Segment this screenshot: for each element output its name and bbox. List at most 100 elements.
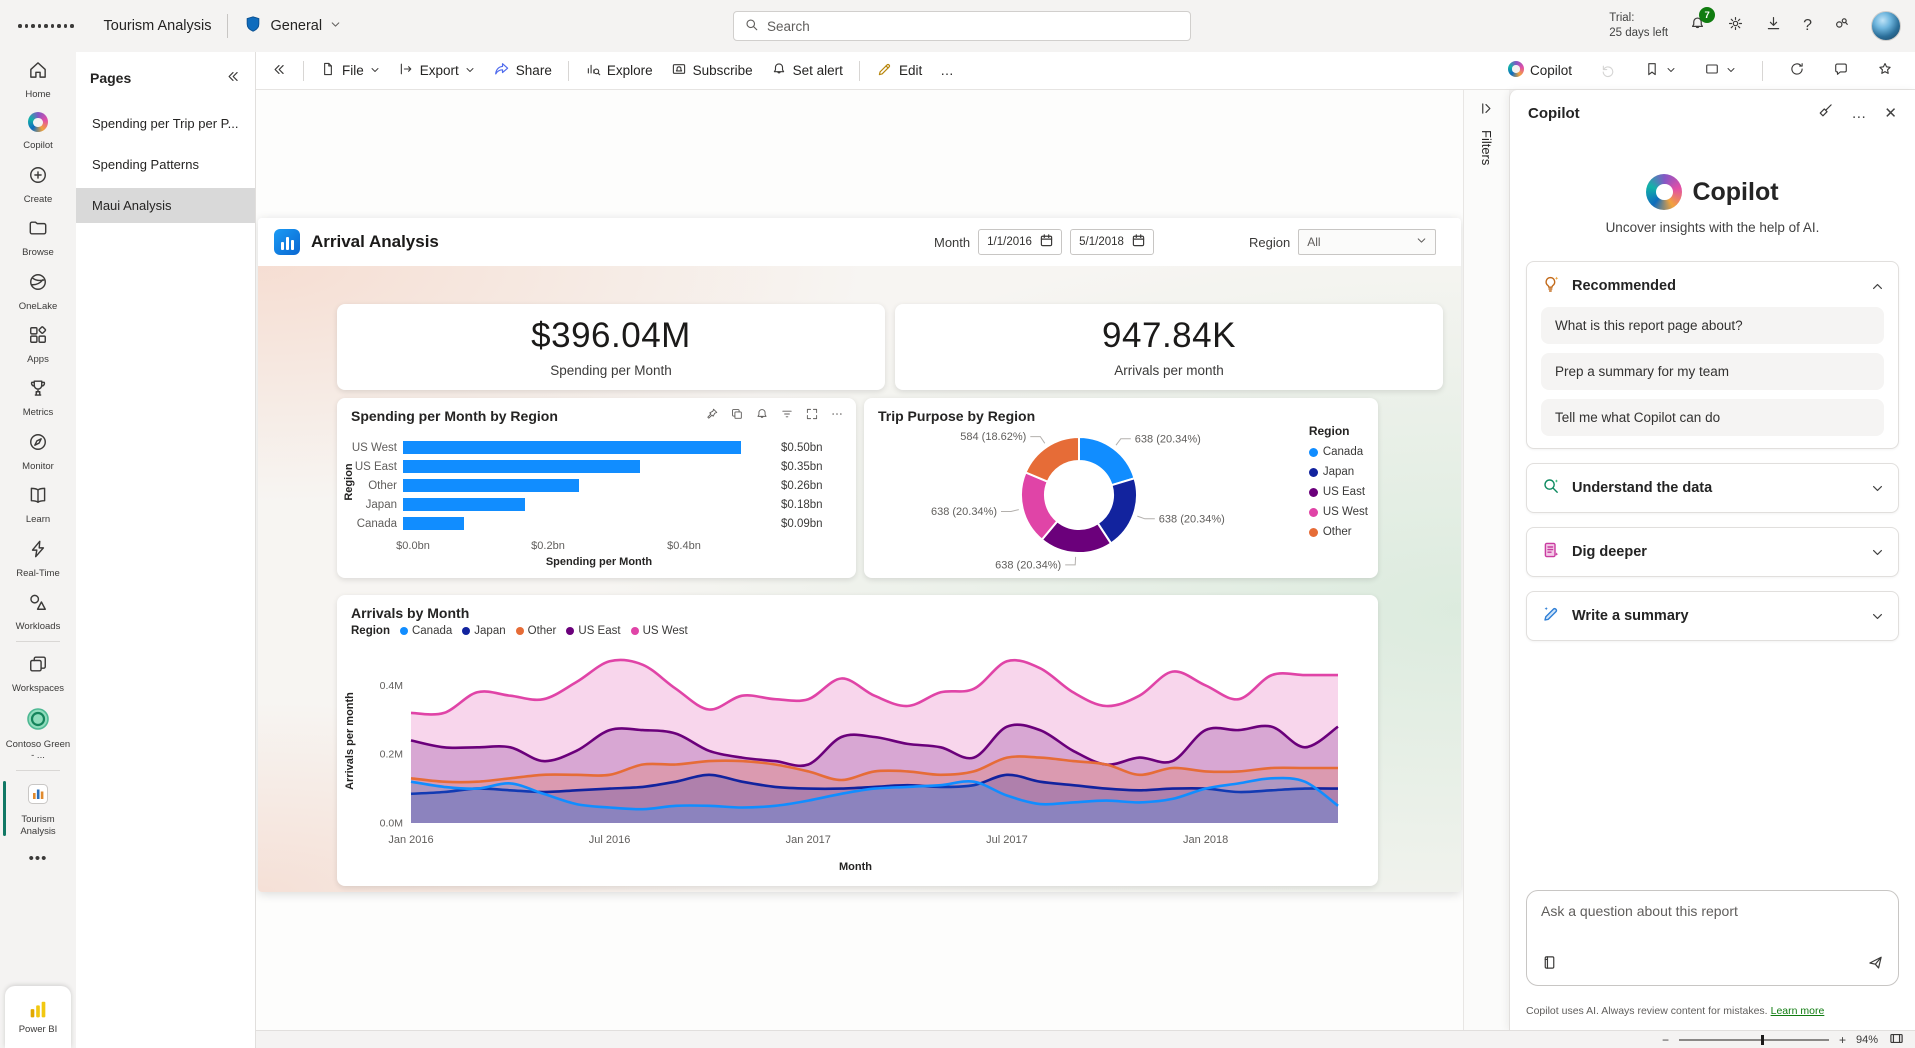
bookmark-button[interactable] (1636, 56, 1684, 85)
export-button[interactable]: Export (390, 56, 483, 85)
learn-more-link[interactable]: Learn more (1771, 1005, 1825, 1017)
page-item-1[interactable]: Spending Patterns (76, 147, 255, 182)
sidebar-item-workloads[interactable]: Workloads (0, 584, 76, 637)
fit-to-page-icon[interactable] (1888, 1030, 1905, 1048)
donut-chart-card[interactable]: Trip Purpose by Region 638 (20.34%) 638 … (864, 398, 1378, 578)
kpi-arrivals-card[interactable]: 947.84K Arrivals per month (895, 304, 1443, 390)
date-end-input[interactable]: 5/1/2018 (1070, 229, 1154, 255)
legend-item-us-east[interactable]: US East (566, 625, 620, 637)
sidebar-item-monitor[interactable]: Monitor (0, 424, 76, 477)
expand-pane-icon[interactable] (1478, 100, 1495, 122)
donut-slice-canada[interactable] (1079, 437, 1135, 485)
subscribe-button[interactable]: Subscribe (663, 56, 761, 85)
page-item-0[interactable]: Spending per Trip per P... (76, 106, 255, 141)
file-button[interactable]: File (312, 56, 388, 85)
sidebar-item-learn[interactable]: Learn (0, 477, 76, 530)
more-button[interactable]: … (932, 58, 962, 83)
collapse-pane-button[interactable] (262, 56, 295, 86)
share-button[interactable]: Share (485, 56, 560, 86)
bar-row[interactable]: Canada $0.09bn (351, 514, 842, 533)
chevron-up-icon[interactable] (1871, 280, 1884, 293)
focus-icon[interactable] (805, 407, 819, 421)
filters-tab[interactable]: Filters (1479, 130, 1494, 165)
feedback-icon[interactable] (1833, 15, 1850, 37)
legend-item-canada[interactable]: Canada (1309, 442, 1368, 462)
chevron-down-icon[interactable] (1871, 482, 1884, 495)
legend-item-japan[interactable]: Japan (1309, 462, 1368, 482)
legend-item-other[interactable]: Other (1309, 522, 1368, 542)
sidebar-item-onelake[interactable]: OneLake (0, 264, 76, 317)
copilot-suggestion-chip[interactable]: Tell me what Copilot can do (1541, 399, 1884, 436)
sidebar-item-copilot[interactable]: Copilot (0, 105, 76, 156)
kpi-spending-card[interactable]: $396.04M Spending per Month (337, 304, 885, 390)
view-button[interactable] (1696, 56, 1744, 85)
sidebar-item-contoso[interactable]: Contoso Green - ... (0, 700, 76, 767)
legend-item-canada[interactable]: Canada (400, 625, 452, 637)
bar-row[interactable]: US West $0.50bn (351, 438, 842, 457)
region-dropdown[interactable]: All (1298, 229, 1436, 255)
page-item-2[interactable]: Maui Analysis (76, 188, 255, 223)
legend-item-us-west[interactable]: US West (631, 625, 688, 637)
download-icon[interactable] (1765, 15, 1782, 37)
donut-slice-other[interactable] (1026, 437, 1079, 482)
explore-button[interactable]: Explore (577, 56, 661, 85)
legend-item-us-west[interactable]: US West (1309, 502, 1368, 522)
legend-item-japan[interactable]: Japan (462, 625, 505, 637)
sidebar-item-metrics[interactable]: Metrics (0, 370, 76, 423)
search-input[interactable]: Search (733, 11, 1191, 41)
area-chart-card[interactable]: Arrivals by Month Region CanadaJapanOthe… (337, 595, 1378, 886)
copilot-question-input[interactable]: Ask a question about this report (1526, 890, 1899, 986)
zoom-in-icon[interactable]: + (1839, 1033, 1846, 1047)
pin-icon[interactable] (705, 407, 719, 421)
waffle-icon[interactable] (18, 24, 74, 28)
notebook-icon[interactable] (1541, 954, 1558, 974)
more-icon[interactable] (830, 407, 844, 421)
workspace-switcher[interactable]: General (244, 15, 341, 37)
copy-icon[interactable] (730, 407, 744, 421)
sidebar-item-apps[interactable]: Apps (0, 317, 76, 370)
help-icon[interactable]: ? (1803, 17, 1812, 35)
legend-item-us-east[interactable]: US East (1309, 482, 1368, 502)
copilot-suggestion-chip[interactable]: Prep a summary for my team (1541, 353, 1884, 390)
refresh-button[interactable] (1781, 56, 1813, 85)
sidebar-item-browse[interactable]: Browse (0, 210, 76, 263)
edit-button[interactable]: Edit (868, 56, 930, 86)
alert-icon[interactable] (755, 407, 769, 421)
copilot-button[interactable]: Copilot (1500, 56, 1580, 85)
bar-row[interactable]: Other $0.26bn (351, 476, 842, 495)
bar-row[interactable]: Japan $0.18bn (351, 495, 842, 514)
app-title[interactable]: Tourism Analysis (104, 18, 212, 34)
sidebar-item-create[interactable]: Create (0, 157, 76, 210)
area-chart[interactable]: 0.0M0.2M0.4MJan 2016Jul 2016Jan 2017Jul … (363, 647, 1348, 883)
rail-more-button[interactable]: ••• (0, 842, 76, 875)
set-alert-button[interactable]: Set alert (763, 56, 851, 85)
date-start-input[interactable]: 1/1/2016 (978, 229, 1062, 255)
broom-icon[interactable] (1817, 102, 1834, 124)
sidebar-item-home[interactable]: Home (0, 52, 76, 105)
donut-chart[interactable]: 638 (20.34%) 638 (20.34%) 638 (20.34%) 6… (874, 420, 1264, 572)
send-icon[interactable] (1867, 954, 1884, 974)
reset-button[interactable] (1592, 58, 1624, 84)
zoom-out-icon[interactable]: − (1662, 1033, 1669, 1047)
collapse-pages-icon[interactable] (224, 68, 241, 88)
filter-icon[interactable] (780, 407, 794, 421)
comment-button[interactable] (1825, 56, 1857, 85)
sidebar-item-realtime[interactable]: Real-Time (0, 531, 76, 584)
zoom-slider-thumb[interactable] (1761, 1035, 1764, 1045)
star-button[interactable] (1869, 56, 1901, 85)
bar-chart-card[interactable]: Spending per Month by Region Region US W… (337, 398, 856, 578)
sidebar-item-power-bi[interactable]: Power BI (5, 986, 71, 1048)
chevron-down-icon[interactable] (1871, 546, 1884, 559)
sidebar-item-tourism[interactable]: Tourism Analysis (0, 775, 76, 842)
settings-icon[interactable] (1727, 15, 1744, 37)
legend-item-other[interactable]: Other (516, 625, 557, 637)
notifications-icon[interactable]: 7 (1689, 15, 1706, 37)
copilot-suggestion-chip[interactable]: What is this report page about? (1541, 307, 1884, 344)
avatar[interactable] (1871, 11, 1901, 41)
more-icon[interactable]: … (1851, 105, 1867, 122)
sidebar-item-workspaces[interactable]: Workspaces (0, 646, 76, 699)
chevron-down-icon[interactable] (1871, 610, 1884, 623)
bar-row[interactable]: US East $0.35bn (351, 457, 842, 476)
close-icon[interactable]: ✕ (1884, 104, 1897, 122)
zoom-slider[interactable] (1679, 1039, 1829, 1041)
